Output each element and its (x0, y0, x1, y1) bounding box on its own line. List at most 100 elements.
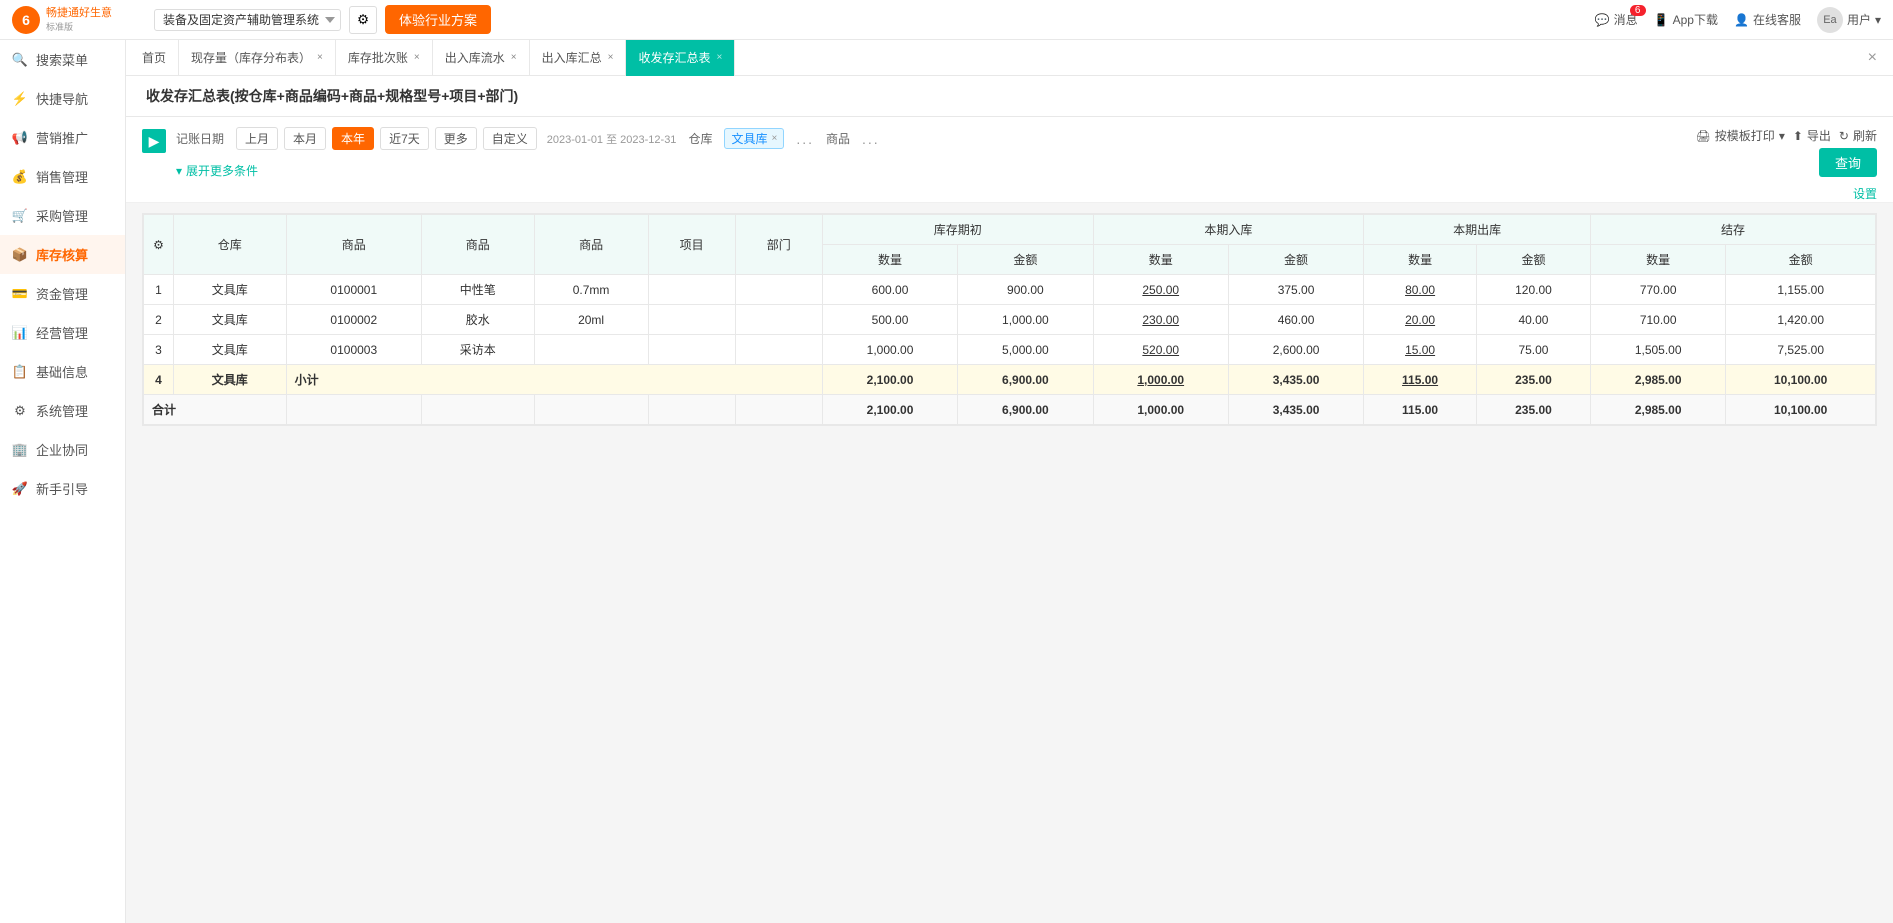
cell-balance-amt: 7,525.00 (1726, 335, 1876, 365)
th-balance-amt: 金额 (1726, 245, 1876, 275)
cell-out-qty[interactable]: 20.00 (1364, 305, 1477, 335)
sidebar-label-enterprise: 企业协同 (36, 440, 88, 459)
warehouse-tag-remove[interactable]: × (771, 133, 777, 144)
column-settings-icon[interactable]: ⚙ (153, 238, 164, 252)
cell-warehouse: 文具库 (174, 335, 287, 365)
subtotal-in-amt: 3,435.00 (1228, 365, 1363, 395)
goods-more-button[interactable]: ... (862, 131, 880, 147)
cell-out-qty[interactable]: 15.00 (1364, 335, 1477, 365)
total-label: 合计 (144, 395, 287, 425)
cell-balance-amt: 1,420.00 (1726, 305, 1876, 335)
sidebar-item-purchase[interactable]: 🛒 采购管理 (0, 196, 125, 235)
sidebar-item-business[interactable]: 📊 经营管理 (0, 313, 125, 352)
sidebar-label-sales: 销售管理 (36, 167, 88, 186)
cell-goods-name: 采访本 (421, 335, 534, 365)
tab-close-inout-flow[interactable]: × (511, 52, 517, 63)
table-settings-link[interactable]: 设置 (1853, 185, 1877, 202)
cell-out-qty[interactable]: 80.00 (1364, 275, 1477, 305)
th-opening-amt: 金额 (958, 245, 1093, 275)
date-btn-this-month[interactable]: 本月 (284, 127, 326, 150)
tab-close-stock-dist[interactable]: × (317, 52, 323, 63)
sidebar-item-finance[interactable]: 💳 资金管理 (0, 274, 125, 313)
tab-bar-close-button[interactable]: × (1856, 49, 1889, 67)
cell-opening-amt: 900.00 (958, 275, 1093, 305)
tab-close-inout-summary[interactable]: × (608, 52, 614, 63)
subtotal-balance-amt: 10,100.00 (1726, 365, 1876, 395)
cell-in-qty[interactable]: 230.00 (1093, 305, 1228, 335)
cell-opening-amt: 1,000.00 (958, 305, 1093, 335)
th-in-amt: 金额 (1228, 245, 1363, 275)
online-service-button[interactable]: 👤 在线客服 (1734, 11, 1801, 28)
refresh-button[interactable]: ↻ 刷新 (1839, 127, 1877, 144)
sidebar-icon-marketing: 📢 (12, 130, 28, 146)
chevron-down-icon: ▾ (176, 164, 182, 178)
cell-in-qty[interactable]: 250.00 (1093, 275, 1228, 305)
experience-button[interactable]: 体验行业方案 (385, 5, 491, 34)
sidebar-label-inventory: 库存核算 (36, 245, 88, 264)
app-logo: 6 (12, 6, 40, 34)
sidebar-item-basic-info[interactable]: 📋 基础信息 (0, 352, 125, 391)
th-balance: 结存 (1591, 215, 1876, 245)
cell-in-qty[interactable]: 520.00 (1093, 335, 1228, 365)
tab-inout-flow[interactable]: 出入库流水× (433, 40, 530, 76)
date-btn-this-year[interactable]: 本年 (332, 127, 374, 150)
cell-department (735, 335, 822, 365)
th-project: 项目 (648, 215, 735, 275)
th-warehouse: 仓库 (174, 215, 287, 275)
cell-project (648, 275, 735, 305)
cell-goods-code: 0100001 (286, 275, 421, 305)
tab-close-recv-send-summary[interactable]: × (716, 52, 722, 63)
date-btn-custom[interactable]: 自定义 (483, 127, 537, 150)
th-settings[interactable]: ⚙ (144, 215, 174, 275)
th-opening-qty: 数量 (822, 245, 957, 275)
sidebar-item-search[interactable]: 🔍 搜索菜单 (0, 40, 125, 79)
cell-project (648, 335, 735, 365)
subtotal-opening-amt: 6,900.00 (958, 365, 1093, 395)
export-label: 导出 (1807, 127, 1831, 144)
subtotal-out-qty[interactable]: 115.00 (1364, 365, 1477, 395)
sidebar-icon-enterprise: 🏢 (12, 442, 28, 458)
messages-button[interactable]: 💬 消息 6 (1595, 11, 1638, 28)
tab-stock-dist[interactable]: 现存量（库存分布表）× (179, 40, 336, 76)
tab-close-batch-ledger[interactable]: × (414, 52, 420, 63)
filter-collapse-button[interactable]: ▶ (142, 129, 166, 153)
tab-batch-ledger[interactable]: 库存批次账× (336, 40, 433, 76)
sidebar-item-quick-nav[interactable]: ⚡ 快捷导航 (0, 79, 125, 118)
sidebar-label-guide: 新手引导 (36, 479, 88, 498)
date-btn-last-month[interactable]: 上月 (236, 127, 278, 150)
table-row: 3 文具库 0100003 采访本 1,000.00 5,000.00 520.… (144, 335, 1876, 365)
user-button[interactable]: Ea 用户 ▾ (1817, 7, 1881, 33)
cell-no: 3 (144, 335, 174, 365)
app-download-button[interactable]: 📱 App下载 (1654, 11, 1718, 28)
subtotal-in-qty[interactable]: 1,000.00 (1093, 365, 1228, 395)
print-template-label: 按模板打印 (1715, 127, 1775, 144)
date-btn-7days[interactable]: 近7天 (380, 127, 429, 150)
sidebar-item-enterprise[interactable]: 🏢 企业协同 (0, 430, 125, 469)
sidebar-icon-quick-nav: ⚡ (12, 91, 28, 107)
sidebar-item-guide[interactable]: 🚀 新手引导 (0, 469, 125, 508)
settings-button[interactable]: ⚙ (349, 6, 377, 34)
th-opening: 库存期初 (822, 215, 1093, 245)
subtotal-no: 4 (144, 365, 174, 395)
sidebar-item-sales[interactable]: 💰 销售管理 (0, 157, 125, 196)
total-opening-qty: 2,100.00 (822, 395, 957, 425)
query-button[interactable]: 查询 (1819, 148, 1877, 177)
total-out-qty: 115.00 (1364, 395, 1477, 425)
sidebar-item-system[interactable]: ⚙ 系统管理 (0, 391, 125, 430)
sidebar-item-inventory[interactable]: 📦 库存核算 (0, 235, 125, 274)
cell-no: 2 (144, 305, 174, 335)
expand-conditions-button[interactable]: ▾ 展开更多条件 (176, 162, 258, 179)
sidebar-icon-basic-info: 📋 (12, 364, 28, 380)
tab-inout-summary[interactable]: 出入库汇总× (530, 40, 627, 76)
system-selector[interactable]: 装备及固定资产辅助管理系统 (154, 9, 341, 31)
tab-home[interactable]: 首页 (130, 40, 179, 76)
warehouse-filter-label: 仓库 (688, 130, 712, 147)
export-button[interactable]: ⬆ 导出 (1793, 127, 1831, 144)
cell-goods-code: 0100002 (286, 305, 421, 335)
sidebar-item-marketing[interactable]: 📢 营销推广 (0, 118, 125, 157)
total-in-qty: 1,000.00 (1093, 395, 1228, 425)
date-btn-more[interactable]: 更多 (435, 127, 477, 150)
print-template-button[interactable]: 🖨 按模板打印 ▾ (1696, 127, 1785, 144)
warehouse-more-button[interactable]: ... (796, 131, 814, 147)
tab-recv-send-summary[interactable]: 收发存汇总表× (626, 40, 735, 76)
